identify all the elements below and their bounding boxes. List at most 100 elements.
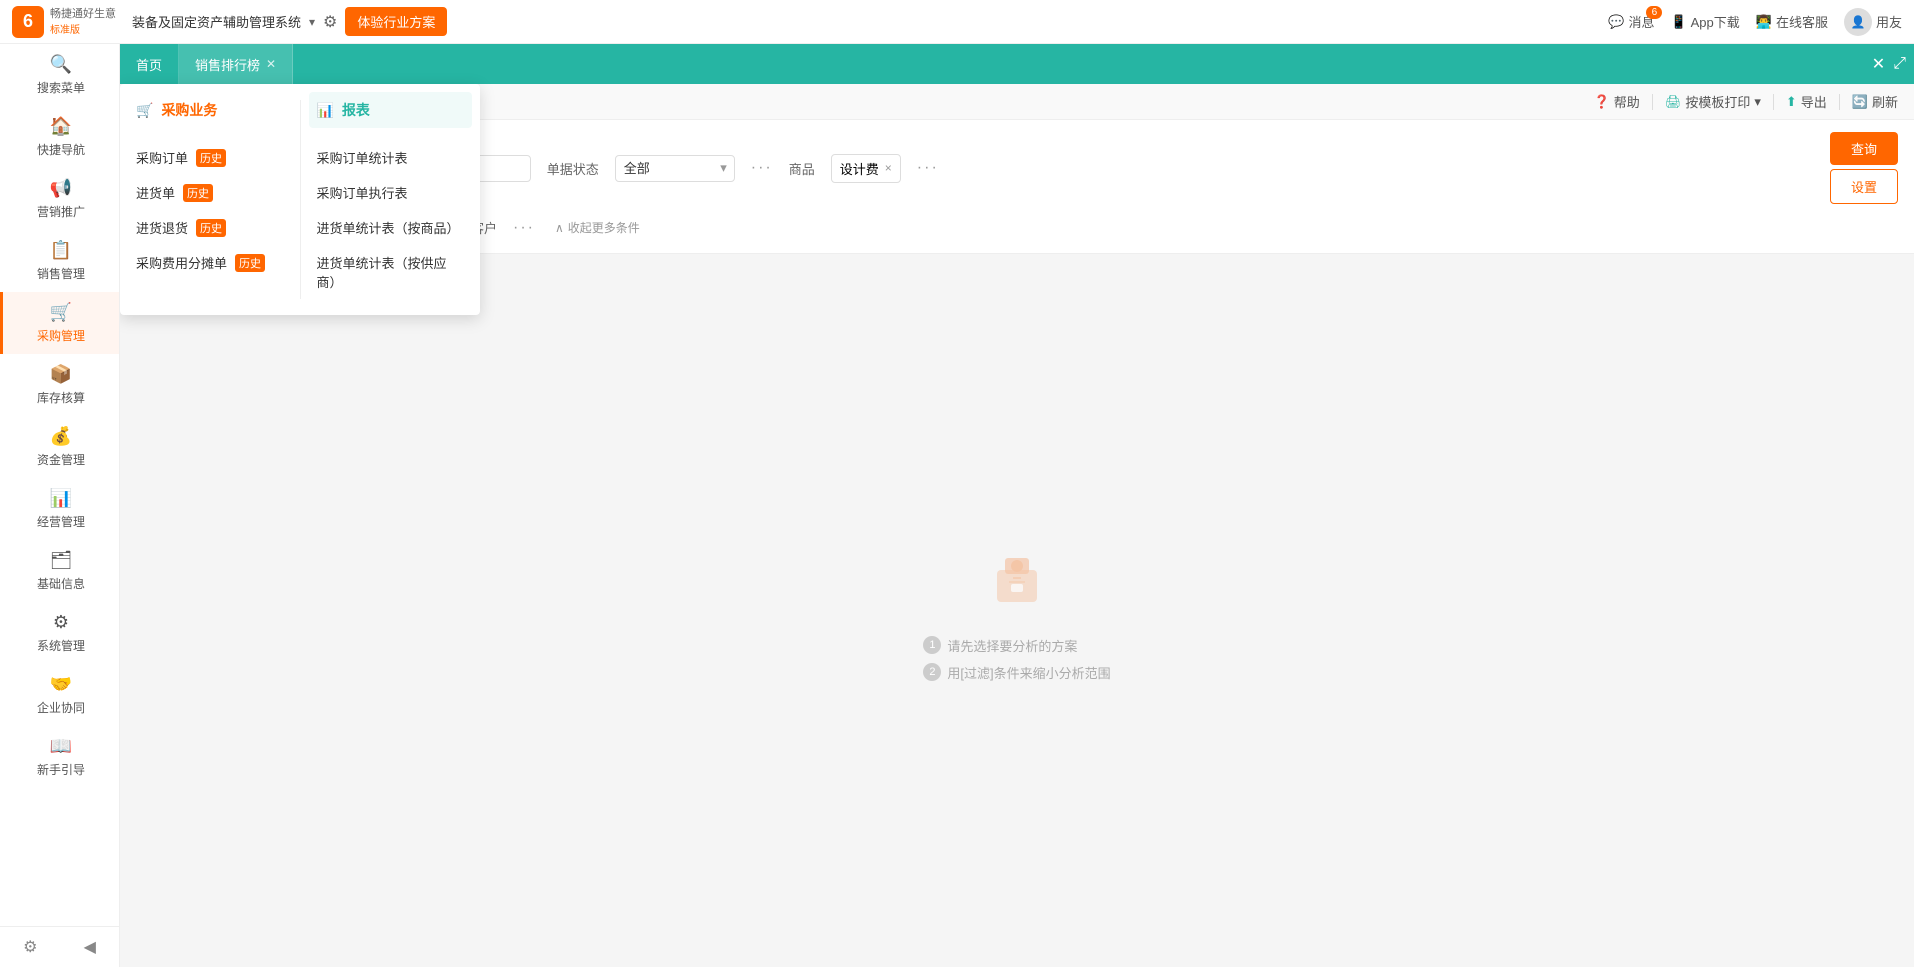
empty-hint-1: 1 请先选择要分析的方案 — [923, 636, 1110, 655]
sidebar-item-enterprise[interactable]: 🤝 企业协同 — [0, 664, 119, 726]
history-tag: 历史 — [183, 184, 213, 202]
empty-hint-2: 2 用[过滤]条件来缩小分析范围 — [923, 663, 1110, 682]
goods-tag-value: 设计费 — [840, 159, 879, 178]
sidebar-item-finance[interactable]: 💰 资金管理 — [0, 416, 119, 478]
sidebar-item-label: 经营管理 — [37, 513, 85, 530]
industry-btn[interactable]: 体验行业方案 — [345, 7, 447, 36]
toolbar-divider — [1652, 94, 1653, 110]
tab-sales-rank-label: 销售排行榜 — [195, 55, 260, 74]
sidebar-item-label: 营销推广 — [37, 203, 85, 220]
message-icon: 💬 — [1608, 14, 1624, 30]
online-service-btn[interactable]: 👨‍💻 在线客服 — [1756, 12, 1828, 31]
phone-icon: 📱 — [1670, 14, 1686, 30]
settings-btn[interactable]: 设置 — [1830, 169, 1898, 204]
sidebar-item-purchase[interactable]: 🛒 采购管理 — [0, 292, 119, 354]
export-btn[interactable]: ⬆ 导出 — [1786, 92, 1827, 111]
tab-close-btn[interactable]: ✕ — [266, 57, 276, 71]
app-download-btn[interactable]: 📱 App下载 — [1670, 12, 1739, 31]
menu-item-inbound-stat-goods[interactable]: 进货单统计表（按商品） — [317, 210, 465, 245]
sidebar-settings-btn[interactable]: ⚙ — [23, 937, 37, 957]
tab-expand-btn[interactable]: ⤢ — [1893, 55, 1906, 73]
menu-item-purchase-order[interactable]: 采购订单 历史 — [136, 140, 284, 175]
tab-bar: 首页 销售排行榜 ✕ ✕ ⤢ — [120, 44, 1914, 84]
sidebar-item-label: 销售管理 — [37, 265, 85, 282]
message-badge: 6 — [1646, 6, 1662, 19]
tab-bar-right: ✕ ⤢ — [1872, 54, 1914, 74]
tab-close-all-btn[interactable]: ✕ — [1872, 54, 1885, 74]
message-btn[interactable]: 💬 消息 6 — [1608, 12, 1654, 31]
help-btn[interactable]: ❓ 帮助 — [1594, 92, 1640, 111]
return-label: 进货退货 — [136, 218, 188, 237]
sidebar-item-quick[interactable]: 🏠 快捷导航 — [0, 106, 119, 168]
hint-num-2: 2 — [923, 663, 941, 681]
goods-dots[interactable]: ··· — [917, 159, 939, 177]
customer-dots[interactable]: ··· — [513, 219, 535, 237]
sidebar-item-label: 新手引导 — [37, 761, 85, 778]
sidebar-item-system[interactable]: ⚙ 系统管理 — [0, 602, 119, 664]
sidebar-item-label: 系统管理 — [37, 637, 85, 654]
voucher-status-dots[interactable]: ··· — [751, 159, 773, 177]
marketing-icon: 📢 — [50, 178, 72, 199]
sidebar-item-sales[interactable]: 📋 销售管理 — [0, 230, 119, 292]
header-gear-btn[interactable]: ⚙ — [323, 12, 337, 32]
voucher-status-select[interactable]: 全部 待审核 已审核 已作废 — [615, 155, 735, 182]
voucher-status-label: 单据状态 — [547, 159, 599, 178]
dropdown-divider — [300, 100, 301, 299]
report-menu-header: 📊 报表 — [309, 92, 473, 128]
user-btn[interactable]: 👤 用友 — [1844, 8, 1902, 36]
sidebar-item-label: 资金管理 — [37, 451, 85, 468]
home-icon: 🏠 — [50, 116, 72, 137]
print-icon: 🖨 — [1665, 94, 1682, 110]
sidebar-item-guide[interactable]: 📖 新手引导 — [0, 726, 119, 788]
menu-item-purchase-expense[interactable]: 采购费用分摊单 历史 — [136, 245, 284, 280]
sidebar: 🔍 搜索菜单 🏠 快捷导航 📢 营销推广 📋 销售管理 🛒 采购管理 📦 库存核… — [0, 44, 120, 967]
filter-actions: 查询 设置 — [1830, 132, 1898, 204]
system-dropdown-btn[interactable]: ▾ — [309, 15, 315, 29]
sidebar-item-label: 库存核算 — [37, 389, 85, 406]
logo-text: 畅捷通好生意 标准版 — [50, 7, 116, 36]
sidebar-item-label: 基础信息 — [37, 575, 85, 592]
sales-icon: 📋 — [50, 240, 72, 261]
sidebar-item-label: 搜索菜单 — [37, 79, 85, 96]
sidebar-item-inventory[interactable]: 📦 库存核算 — [0, 354, 119, 416]
inventory-icon: 📦 — [50, 364, 72, 385]
refresh-icon: 🔄 — [1852, 94, 1868, 110]
sidebar-item-basic[interactable]: 🗂 基础信息 — [0, 540, 119, 602]
sidebar-item-search[interactable]: 🔍 搜索菜单 — [0, 44, 119, 106]
print-btn[interactable]: 🖨 按模板打印 ▾ — [1665, 92, 1761, 111]
menu-item-purchase-order-stat[interactable]: 采购订单统计表 — [317, 140, 465, 175]
tab-home[interactable]: 首页 — [120, 44, 179, 84]
sidebar-item-operation[interactable]: 📊 经营管理 — [0, 478, 119, 540]
sidebar-item-marketing[interactable]: 📢 营销推广 — [0, 168, 119, 230]
logo-icon: 6 — [12, 6, 44, 38]
guide-icon: 📖 — [50, 736, 72, 757]
tab-home-label: 首页 — [136, 55, 162, 74]
menu-item-inbound-stat-supplier[interactable]: 进货单统计表（按供应商） — [317, 245, 465, 299]
finance-icon: 💰 — [50, 426, 72, 447]
purchase-dropdown-menu: 🛒 采购业务 采购订单 历史 进货单 历史 进货退货 历史 — [120, 84, 480, 315]
purchase-menu-icon: 🛒 — [136, 102, 153, 119]
sidebar-item-label: 快捷导航 — [37, 141, 85, 158]
history-tag: 历史 — [235, 254, 265, 272]
menu-item-return[interactable]: 进货退货 历史 — [136, 210, 284, 245]
operation-icon: 📊 — [50, 488, 72, 509]
print-dropdown-icon: ▾ — [1754, 94, 1761, 110]
menu-item-inbound[interactable]: 进货单 历史 — [136, 175, 284, 210]
history-tag: 历史 — [196, 149, 226, 167]
tab-sales-rank[interactable]: 销售排行榜 ✕ — [179, 44, 293, 84]
search-icon: 🔍 — [50, 54, 72, 75]
sidebar-collapse-btn[interactable]: ◀ — [84, 937, 96, 957]
purchase-menu-col: 🛒 采购业务 采购订单 历史 进货单 历史 进货退货 历史 — [136, 100, 284, 299]
collapse-btn[interactable]: ∧ 收起更多条件 — [551, 215, 644, 240]
refresh-btn[interactable]: 🔄 刷新 — [1852, 92, 1898, 111]
system-icon: ⚙ — [53, 612, 69, 633]
search-btn[interactable]: 查询 — [1830, 132, 1898, 165]
service-icon: 👨‍💻 — [1756, 14, 1772, 30]
empty-hints: 1 请先选择要分析的方案 2 用[过滤]条件来缩小分析范围 — [923, 636, 1110, 682]
collapse-icon: ∧ — [555, 221, 564, 235]
logo-area: 6 畅捷通好生意 标准版 — [12, 6, 132, 38]
help-icon: ❓ — [1594, 94, 1610, 110]
purchase-menu-header: 🛒 采购业务 — [136, 100, 284, 128]
menu-item-purchase-order-exec[interactable]: 采购订单执行表 — [317, 175, 465, 210]
goods-tag-close-btn[interactable]: × — [885, 161, 892, 175]
